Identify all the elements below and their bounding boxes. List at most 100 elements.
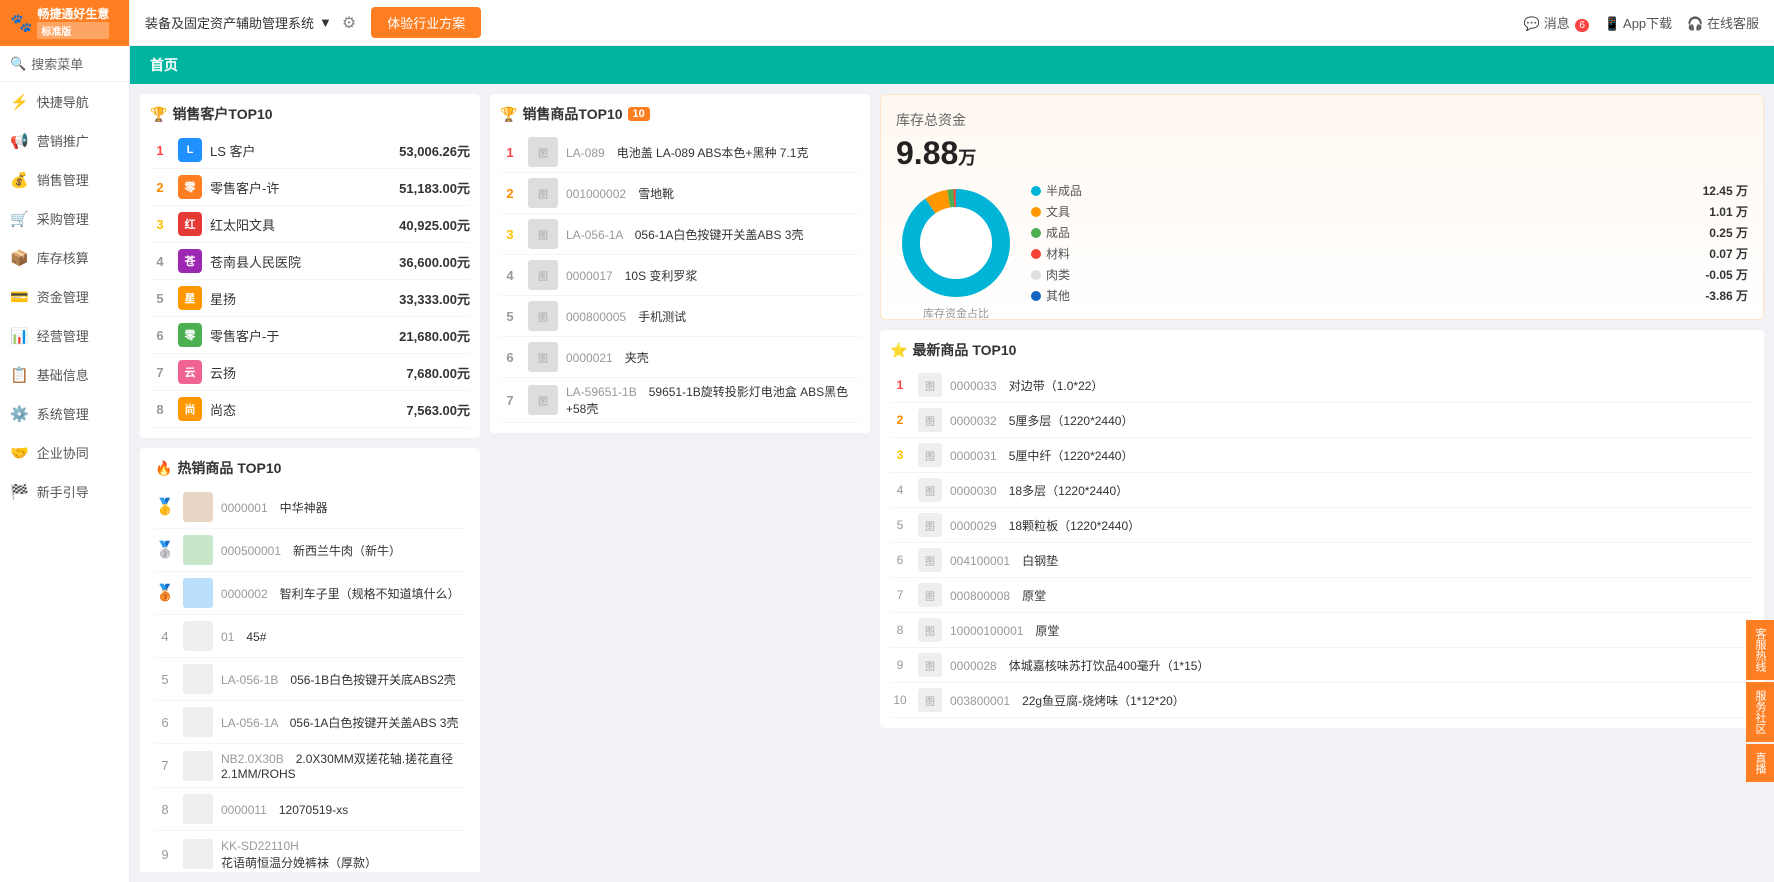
sidebar-item-system[interactable]: ⚙️ 系统管理 — [0, 394, 129, 433]
purchase-icon: 🛒 — [10, 210, 29, 228]
product-info: LA-056-1B 056-1B白色按键开关底ABS2壳 — [221, 671, 465, 688]
product-image: 图 — [918, 443, 942, 467]
sale-goods-title: 🏆 销售商品TOP10 10 — [500, 104, 860, 124]
product-info: 000800008 原堂 — [950, 587, 1754, 604]
hot-products-title: 🔥 热销商品 TOP10 — [155, 458, 465, 478]
sidebar-item-guide[interactable]: 🏁 新手引导 — [0, 472, 129, 511]
product-image: 图 — [918, 688, 942, 712]
latest-products-title: ⭐ 最新商品 TOP10 — [890, 340, 1754, 360]
rank-number: 4 — [890, 483, 910, 497]
sales-amount: 33,333.00元 — [399, 289, 470, 308]
product-image: 图 — [918, 583, 942, 607]
avatar: 零 — [178, 323, 202, 347]
product-image: 图 — [918, 373, 942, 397]
customer-name: 红太阳文具 — [210, 215, 391, 234]
list-item: 9 KK-SD22110H 花语萌恒温分娩裤袜（厚款） — [155, 831, 465, 872]
rank-number: 4 — [500, 268, 520, 283]
product-info: LA-089 电池盖 LA-089 ABS本色+黑种 7.1克 — [566, 144, 860, 161]
rank-number: 7 — [890, 588, 910, 602]
list-item: 🥉 0000002 智利车子里（规格不知道填什么） — [155, 572, 465, 615]
customer-service-btn[interactable]: 客服热线 — [1746, 620, 1774, 680]
product-image — [183, 751, 213, 781]
table-row: 5 星 星扬 33,333.00元 — [150, 280, 470, 317]
product-image — [183, 664, 213, 694]
rank-number: 1 — [890, 378, 910, 392]
hot-products-panel: 🔥 热销商品 TOP10 🥇 0000001 中华神器 — [140, 448, 480, 872]
dropdown-arrow-icon: ▼ — [319, 15, 332, 30]
product-info: LA-056-1A 056-1A白色按键开关盖ABS 3壳 — [221, 714, 465, 731]
system-title-dropdown[interactable]: 装备及固定资产辅助管理系统 ▼ — [145, 13, 332, 32]
legend-item: 其他 -3.86 万 — [1031, 287, 1748, 304]
rank-number: 2 — [150, 180, 170, 195]
rank-number: 8 — [890, 623, 910, 637]
hot-products-list: 🥇 0000001 中华神器 🥈 — [155, 486, 465, 872]
sales-amount: 53,006.26元 — [399, 141, 470, 160]
sidebar-item-sales[interactable]: 💰 销售管理 — [0, 160, 129, 199]
logo-icon: 🐾 — [10, 13, 32, 34]
sidebar-item-operations[interactable]: 📊 经营管理 — [0, 316, 129, 355]
app-version: 标准版 — [37, 22, 109, 39]
mid-column: 🏆 销售商品TOP10 10 1 图 LA-089 电池盖 LA-089 ABS… — [490, 94, 870, 872]
product-info: LA-056-1A 056-1A白色按键开关盖ABS 3壳 — [566, 226, 860, 243]
sidebar-item-label: 资金管理 — [37, 287, 89, 306]
sidebar-item-quick-nav[interactable]: ⚡ 快捷导航 — [0, 82, 129, 121]
rank-number: 6 — [500, 350, 520, 365]
page-header: 首页 — [130, 46, 1774, 84]
sidebar-item-label: 经营管理 — [37, 326, 89, 345]
sidebar-item-label: 库存核算 — [37, 248, 89, 267]
rank-number: 5 — [500, 309, 520, 324]
table-row: 8 尚 尚态 7,563.00元 — [150, 391, 470, 428]
float-buttons: 客服热线 服务社区 直播 — [1746, 620, 1774, 782]
legend-dot — [1031, 186, 1041, 196]
operations-icon: 📊 — [10, 327, 29, 345]
product-image — [183, 621, 213, 651]
search-icon: 🔍 — [10, 56, 26, 72]
list-item: 9 图 0000028 体城嘉核味苏打饮品400毫升（1*15） — [890, 648, 1754, 683]
trophy-icon: 🏆 — [500, 106, 517, 123]
product-info: 0000011 12070519-xs — [221, 801, 465, 818]
list-item: 7 NB2.0X30B 2.0X30MM双搓花轴.搓花直径2.1MM/ROHS — [155, 744, 465, 788]
right-column: 库存总资金 9.88万 — [880, 94, 1764, 872]
inventory-legend: 半成品 12.45 万 文具 1.01 万 成品 0 — [1031, 182, 1748, 304]
sidebar-item-purchase[interactable]: 🛒 采购管理 — [0, 199, 129, 238]
legend-dot — [1031, 228, 1041, 238]
settings-icon[interactable]: ⚙ — [342, 13, 356, 33]
search-label: 搜索菜单 — [31, 54, 83, 73]
product-info: 000800005 手机测试 — [566, 308, 860, 325]
messages-btn[interactable]: 💬 消息 6 — [1524, 13, 1589, 32]
donut-chart: 库存资金占比 — [896, 183, 1016, 303]
sidebar-item-marketing[interactable]: 📢 营销推广 — [0, 121, 129, 160]
app-download-btn[interactable]: 📱 App下载 — [1604, 13, 1672, 32]
sidebar-item-finance[interactable]: 💳 资金管理 — [0, 277, 129, 316]
list-item: 3 图 0000031 5厘中纤（1220*2440） — [890, 438, 1754, 473]
live-stream-btn[interactable]: 直播 — [1746, 744, 1774, 782]
system-title: 装备及固定资产辅助管理系统 — [145, 13, 314, 32]
search-menu[interactable]: 🔍 搜索菜单 — [0, 46, 129, 82]
product-image: 图 — [528, 260, 558, 290]
service-community-btn[interactable]: 服务社区 — [1746, 682, 1774, 742]
list-item: 6 图 004100001 白钢垫 — [890, 543, 1754, 578]
product-info: 01 45# — [221, 628, 465, 645]
list-item: 2 图 0000032 5厘多层（1220*2440） — [890, 403, 1754, 438]
medal-icon: 🥈 — [155, 540, 175, 560]
trial-btn[interactable]: 体验行业方案 — [371, 7, 481, 38]
product-image: 图 — [918, 618, 942, 642]
sidebar-item-label: 新手引导 — [37, 482, 89, 501]
left-column: 🏆 销售客户TOP10 1 L LS 客户 53,006.26元 2 零 — [140, 94, 480, 872]
product-image: 图 — [528, 219, 558, 249]
rank-number: 8 — [150, 402, 170, 417]
sidebar-item-basic-info[interactable]: 📋 基础信息 — [0, 355, 129, 394]
main-area: 装备及固定资产辅助管理系统 ▼ ⚙ 体验行业方案 💬 消息 6 📱 App下载 … — [130, 0, 1774, 882]
sales-amount: 7,680.00元 — [406, 363, 470, 382]
product-info: 10000100001 原堂 — [950, 622, 1754, 639]
page-title: 首页 — [150, 55, 178, 75]
sidebar-item-inventory[interactable]: 📦 库存核算 — [0, 238, 129, 277]
legend-dot — [1031, 207, 1041, 217]
rank-number: 1 — [150, 143, 170, 158]
topbar: 装备及固定资产辅助管理系统 ▼ ⚙ 体验行业方案 💬 消息 6 📱 App下载 … — [130, 0, 1774, 46]
product-info: 003800001 22g鱼豆腐-烧烤味（1*12*20） — [950, 692, 1754, 709]
sidebar-item-collab[interactable]: 🤝 企业协同 — [0, 433, 129, 472]
table-row: 4 苍 苍南县人民医院 36,600.00元 — [150, 243, 470, 280]
online-service-btn[interactable]: 🎧 在线客服 — [1687, 13, 1759, 32]
sidebar-item-label: 基础信息 — [37, 365, 89, 384]
